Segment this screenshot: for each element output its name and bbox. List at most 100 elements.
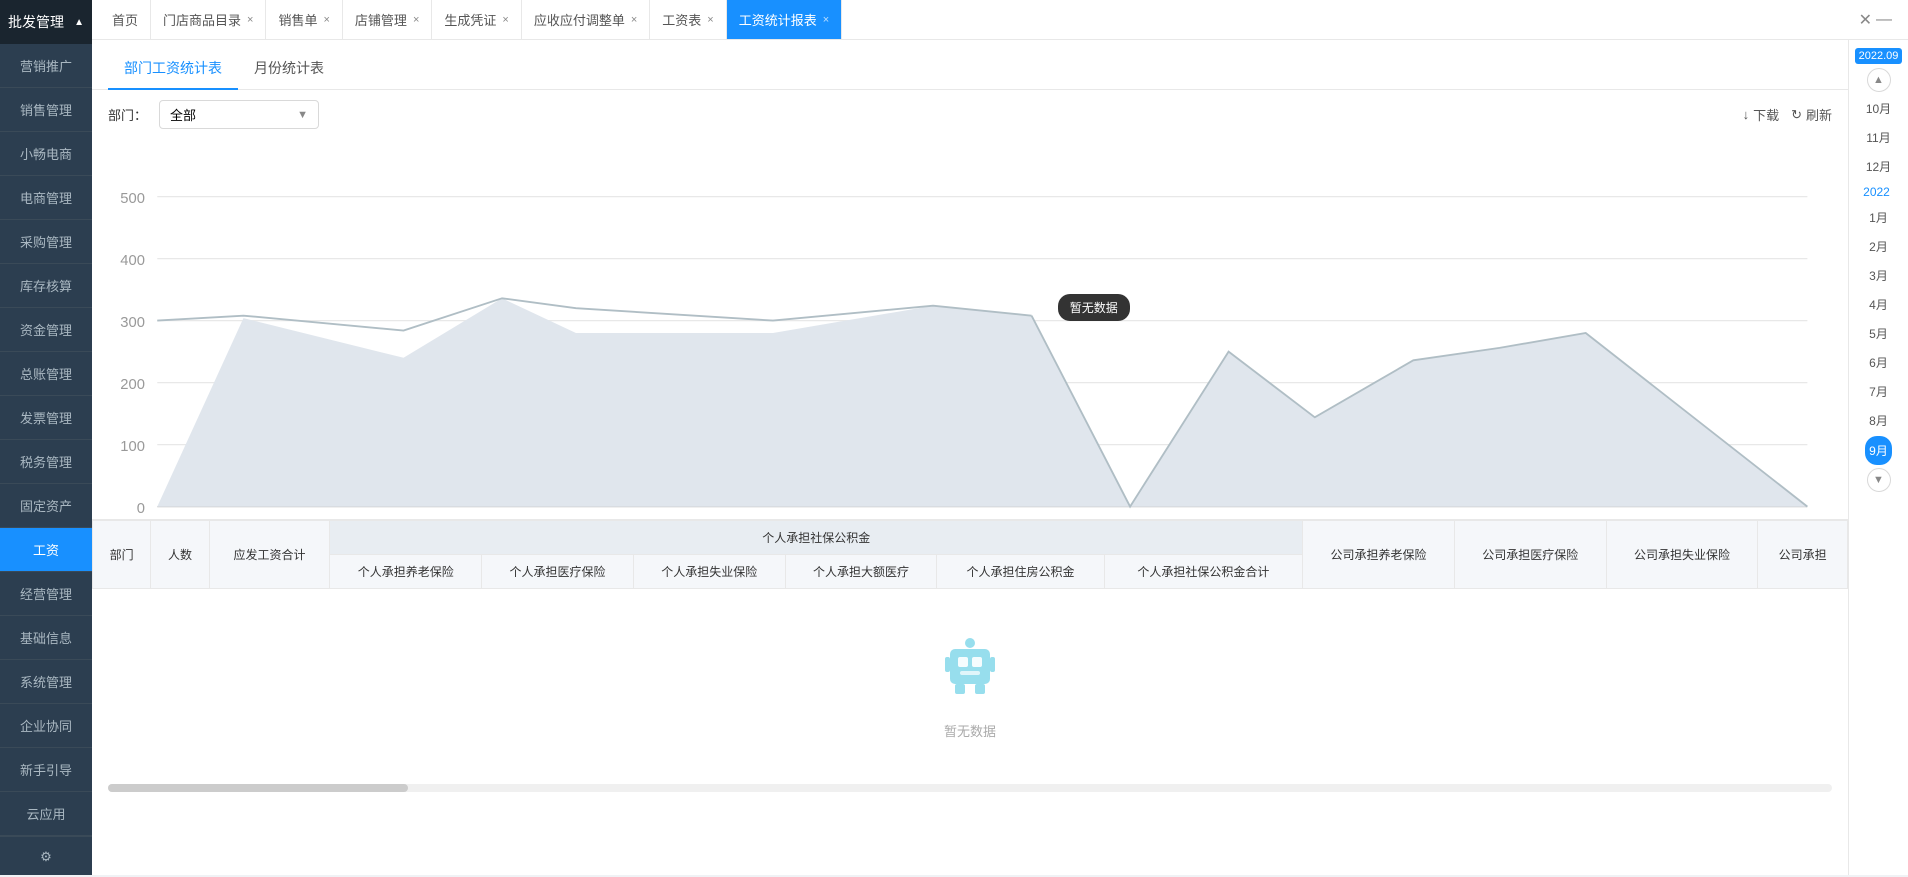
empty-state: 暂无数据 [92, 589, 1848, 780]
sidebar-item-销售管理[interactable]: 销售管理 [0, 88, 92, 132]
sidebar-item-税务管理[interactable]: 税务管理 [0, 440, 92, 484]
tab-label: 销售单 [278, 10, 317, 29]
filter-row: 部门： 全部 ▼ [108, 100, 319, 129]
tab-close-btn[interactable]: × [323, 14, 329, 26]
settings-icon: ⚙ [40, 849, 52, 864]
chart-area: 0 100 200 300 400 500 [92, 139, 1848, 519]
sidebar: 批发管理 ▲ 营销推广销售管理小畅电商电商管理采购管理库存核算资金管理总账管理发… [0, 0, 92, 875]
sidebar-item-营销推广[interactable]: 营销推广 [0, 44, 92, 88]
page-content: 部门工资统计表月份统计表 部门： 全部 ▼ ↓ 下载 [92, 40, 1848, 875]
th-headcount: 人数 [151, 521, 209, 589]
download-button[interactable]: ↓ 下载 [1743, 105, 1780, 124]
sidebar-item-系统管理[interactable]: 系统管理 [0, 660, 92, 704]
sidebar-item-经营管理[interactable]: 经营管理 [0, 572, 92, 616]
refresh-button[interactable]: ↻ 刷新 [1791, 105, 1832, 124]
tab-门店商品目录[interactable]: 门店商品目录× [151, 0, 266, 39]
tab-label: 工资表 [662, 10, 701, 29]
empty-robot-icon [930, 629, 1010, 709]
sidebar-title: 批发管理 [8, 12, 64, 32]
refresh-label: 刷新 [1806, 105, 1832, 124]
sidebar-item-发票管理[interactable]: 发票管理 [0, 396, 92, 440]
tab-工资表[interactable]: 工资表 × [650, 0, 726, 39]
content-wrapper: 部门工资统计表月份统计表 部门： 全部 ▼ ↓ 下载 [92, 40, 1908, 875]
tab-bar-close-all[interactable]: ✕ — [1851, 10, 1900, 30]
sidebar-item-总账管理[interactable]: 总账管理 [0, 352, 92, 396]
sidebar-item-库存核算[interactable]: 库存核算 [0, 264, 92, 308]
tab-close-btn[interactable]: × [631, 14, 637, 26]
sidebar-header[interactable]: 批发管理 ▲ [0, 0, 92, 44]
download-icon: ↓ [1743, 107, 1750, 122]
timeline-month-2[interactable]: 2月 [1861, 232, 1896, 261]
tab-销售单[interactable]: 销售单 × [266, 0, 342, 39]
timeline-month-8[interactable]: 8月 [1861, 406, 1896, 435]
tab-label: 应收应付调整单 [534, 10, 625, 29]
timeline-month-10[interactable]: 10月 [1861, 94, 1896, 123]
refresh-icon: ↻ [1791, 107, 1802, 123]
timeline-month-1[interactable]: 1月 [1861, 203, 1896, 232]
sidebar-item-企业协同[interactable]: 企业协同 [0, 704, 92, 748]
sidebar-item-电商管理[interactable]: 电商管理 [0, 176, 92, 220]
tab-close-btn[interactable]: × [247, 14, 253, 26]
tab-工资统计报表[interactable]: 工资统计报表× [727, 0, 842, 39]
sidebar-item-云应用[interactable]: 云应用 [0, 792, 92, 836]
minimize-icon: — [1876, 11, 1892, 29]
timeline-up-nav[interactable]: ▲ [1867, 68, 1891, 92]
th-personal-total: 个人承担社保公积金合计 [1104, 555, 1302, 589]
tab-close-btn[interactable]: × [502, 14, 508, 26]
timeline-month-12[interactable]: 12月 [1861, 152, 1896, 181]
tab-close-btn[interactable]: × [707, 14, 713, 26]
subtab-月份统计表[interactable]: 月份统计表 [238, 52, 340, 90]
th-personal-housing-fund: 个人承担住房公积金 [937, 555, 1104, 589]
th-department: 部门 [93, 521, 151, 589]
table-wrapper[interactable]: 部门 人数 应发工资合计 个人承担社保公积金 公司承担养老保险 公司承担医疗保险… [92, 520, 1848, 589]
sidebar-item-工资[interactable]: 工资 [0, 528, 92, 572]
download-label: 下载 [1753, 105, 1779, 124]
scrollbar-thumb[interactable] [108, 784, 408, 792]
timeline-month-9[interactable]: 9月 [1865, 436, 1892, 465]
sidebar-item-固定资产[interactable]: 固定资产 [0, 484, 92, 528]
sidebar-item-小畅电商[interactable]: 小畅电商 [0, 132, 92, 176]
tab-生成凭证[interactable]: 生成凭证× [432, 0, 521, 39]
timeline-year-2022[interactable]: 2022 [1861, 181, 1896, 203]
timeline-month-4[interactable]: 4月 [1861, 290, 1896, 319]
timeline-month-5[interactable]: 5月 [1861, 319, 1896, 348]
tab-close-btn[interactable]: × [823, 14, 829, 26]
sidebar-item-基础信息[interactable]: 基础信息 [0, 616, 92, 660]
toolbar: 部门： 全部 ▼ ↓ 下载 ↻ 刷新 [92, 90, 1848, 139]
horizontal-scrollbar[interactable] [108, 784, 1832, 792]
sidebar-item-新手引导[interactable]: 新手引导 [0, 748, 92, 792]
th-personal-major-medical: 个人承担大额医疗 [785, 555, 937, 589]
th-company-pension: 公司承担养老保险 [1303, 521, 1455, 589]
department-filter-select[interactable]: 全部 ▼ [159, 100, 319, 129]
department-filter-label: 部门： [108, 105, 147, 124]
th-total-salary: 应发工资合计 [209, 521, 330, 589]
tab-label: 店铺管理 [355, 10, 407, 29]
th-company-medical: 公司承担医疗保险 [1454, 521, 1606, 589]
tab-首页[interactable]: 首页 [100, 0, 151, 39]
subtab-部门工资统计表[interactable]: 部门工资统计表 [108, 52, 238, 90]
timeline-month-11[interactable]: 11月 [1861, 123, 1896, 152]
sidebar-item-采购管理[interactable]: 采购管理 [0, 220, 92, 264]
th-personal-pension: 个人承担养老保险 [330, 555, 482, 589]
svg-text:100: 100 [120, 439, 145, 455]
th-personal-medical: 个人承担医疗保险 [482, 555, 634, 589]
timeline-down-nav[interactable]: ▼ [1867, 468, 1891, 492]
svg-text:400: 400 [120, 253, 145, 269]
sidebar-collapse-arrow: ▲ [74, 17, 84, 28]
empty-state-text: 暂无数据 [944, 721, 996, 740]
salary-table: 部门 人数 应发工资合计 个人承担社保公积金 公司承担养老保险 公司承担医疗保险… [92, 520, 1848, 589]
th-group-personal: 个人承担社保公积金 [330, 521, 1303, 555]
timeline-month-3[interactable]: 3月 [1861, 261, 1896, 290]
dropdown-arrow-icon: ▼ [297, 109, 308, 121]
timeline-month-6[interactable]: 6月 [1861, 348, 1896, 377]
sidebar-footer-settings[interactable]: ⚙ [0, 836, 92, 877]
chart-svg: 0 100 200 300 400 500 [108, 147, 1832, 519]
tab-close-btn[interactable]: × [413, 14, 419, 26]
sidebar-item-资金管理[interactable]: 资金管理 [0, 308, 92, 352]
tab-店铺管理[interactable]: 店铺管理 × [343, 0, 432, 39]
current-date-badge[interactable]: 2022.09 [1855, 48, 1903, 64]
tab-应收应付调整单[interactable]: 应收应付调整单 × [522, 0, 650, 39]
svg-text:500: 500 [120, 191, 145, 207]
timeline-month-7[interactable]: 7月 [1861, 377, 1896, 406]
tab-bar: 首页门店商品目录×销售单×店铺管理×生成凭证×应收应付调整单×工资表×工资统计报… [92, 0, 1908, 40]
